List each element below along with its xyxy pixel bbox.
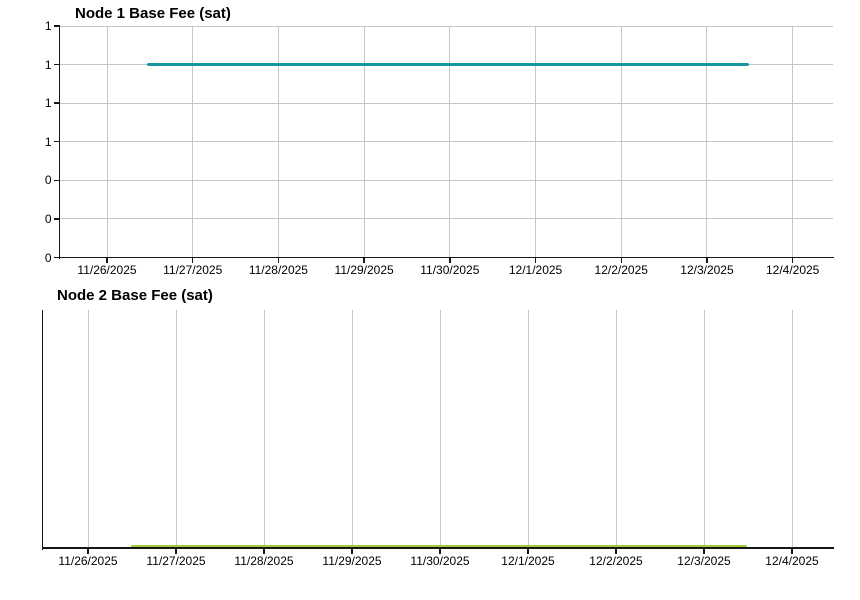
x-tick-label: 12/3/2025: [680, 263, 734, 277]
x-tick-label: 11/28/2025: [248, 263, 308, 277]
y-grid-line: [59, 141, 833, 143]
x-grid-line: [87, 310, 89, 548]
x-tick-label: 11/26/2025: [77, 263, 137, 277]
x-tick-label: 12/4/2025: [765, 263, 820, 277]
y-grid-line: [59, 179, 833, 181]
x-tick-label: 11/30/2025: [420, 263, 480, 277]
x-tick-label: 12/4/2025: [765, 554, 819, 568]
y-axis-line: [58, 26, 61, 260]
x-grid-line: [439, 310, 441, 548]
x-tick-label: 12/1/2025: [508, 263, 563, 277]
x-tick-label: 11/26/2025: [58, 554, 118, 568]
x-tick-label: 11/27/2025: [163, 263, 223, 277]
y-grid-line: [59, 102, 833, 104]
x-tick-label: 12/3/2025: [677, 554, 731, 568]
x-grid-line: [175, 310, 177, 548]
y-tick-label: 0: [44, 250, 52, 265]
x-tick-label: 12/2/2025: [589, 554, 643, 568]
x-tick-label: 11/28/2025: [234, 554, 294, 568]
chart-title-node2-base-fee: Node 2 Base Fee (sat): [57, 287, 213, 304]
x-tick-label: 11/29/2025: [322, 554, 382, 568]
charts-panel: Node 1 Base Fee (sat) Node 2 Base Fee (s…: [0, 0, 860, 600]
x-axis-line: [41, 547, 834, 549]
x-tick-label: 11/27/2025: [146, 554, 206, 568]
x-grid-line: [527, 310, 529, 548]
y-tick-label: 1: [44, 57, 52, 72]
x-tick-label: 12/1/2025: [501, 554, 555, 568]
x-grid-line: [263, 310, 265, 548]
y-tick-label: 1: [44, 19, 52, 33]
x-grid-line: [351, 310, 353, 548]
x-tick-label: 11/29/2025: [334, 263, 394, 277]
x-tick-label: 12/2/2025: [594, 263, 648, 277]
y-grid-line: [59, 25, 833, 27]
y-tick-label: 1: [44, 134, 52, 149]
x-tick-label: 11/30/2025: [410, 554, 470, 568]
y-axis-line: [41, 310, 44, 550]
x-axis-line: [58, 256, 834, 259]
y-tick-label: 0: [44, 211, 52, 226]
x-grid-line: [791, 310, 793, 548]
series-line-node1: [147, 63, 749, 67]
x-grid-line: [615, 310, 617, 548]
x-grid-line: [703, 310, 705, 548]
y-tick-label: 0: [44, 173, 52, 188]
series-line-node2: [131, 544, 747, 548]
y-grid-line: [59, 218, 833, 220]
y-tick-label: 1: [44, 96, 52, 111]
chart-title-node1-base-fee: Node 1 Base Fee (sat): [75, 5, 231, 22]
